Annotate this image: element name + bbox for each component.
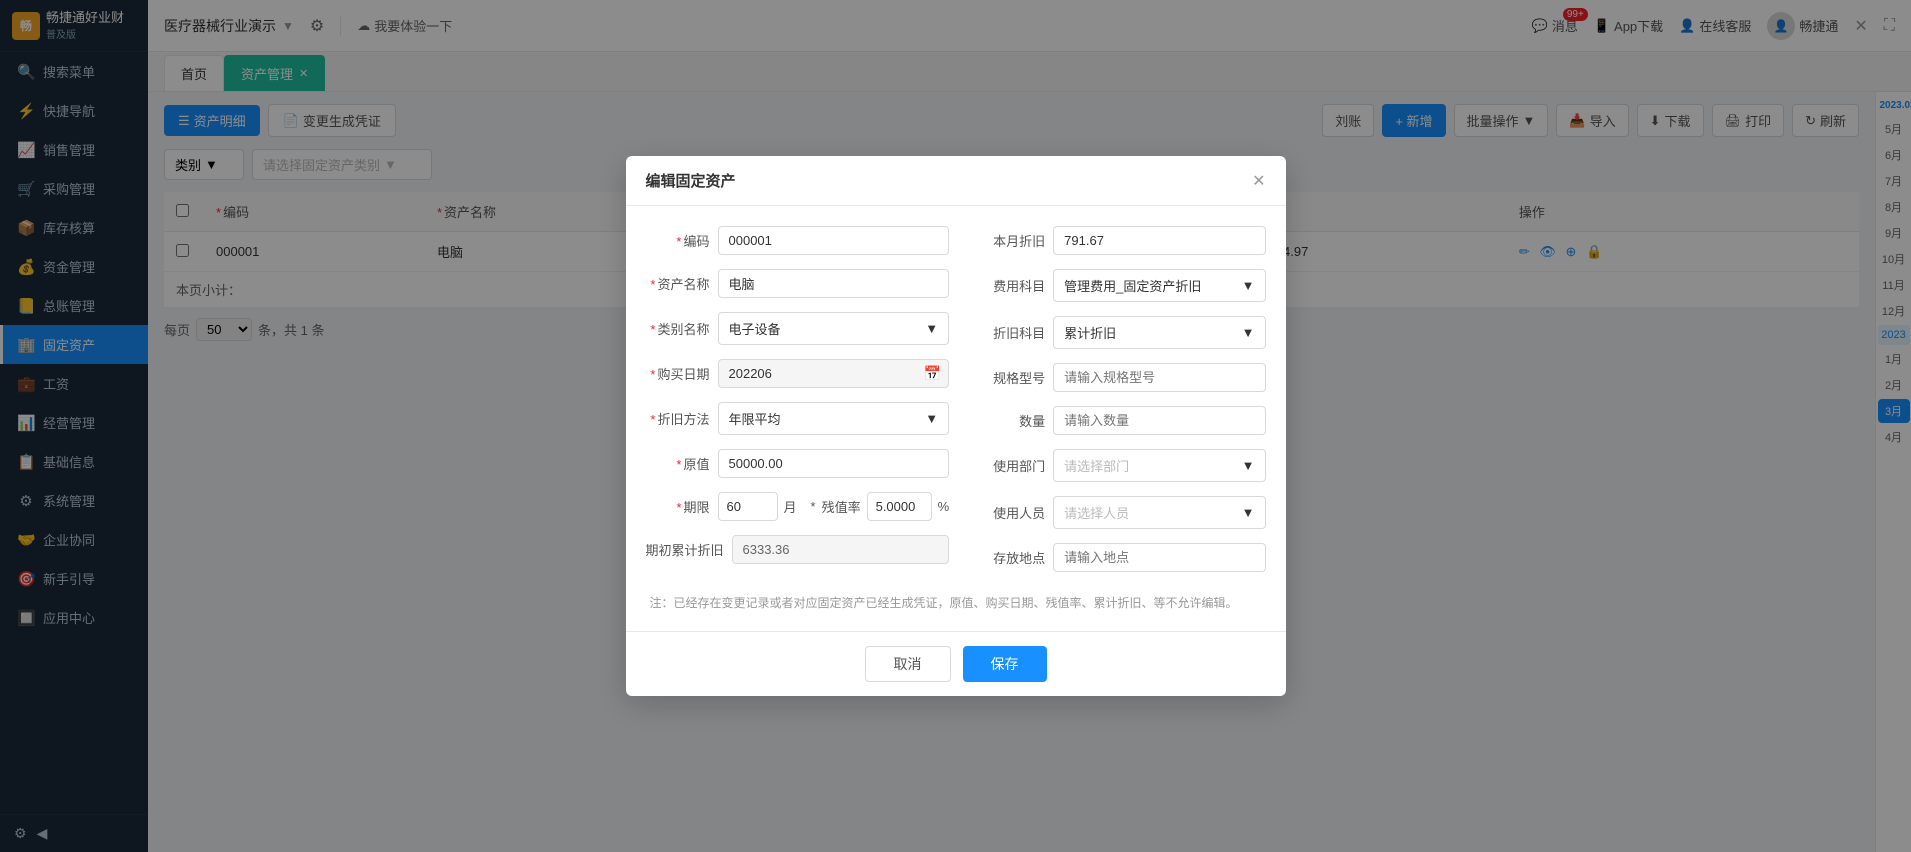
calendar-icon: 📅 xyxy=(924,365,941,382)
form-row-dep-account: 折旧科目 累计折旧 ▼ xyxy=(981,316,1265,349)
spec-label: 规格型号 xyxy=(981,368,1053,387)
dep-account-chevron: ▼ xyxy=(1242,325,1255,340)
form-row-code: *编码 xyxy=(646,226,950,255)
quantity-input[interactable] xyxy=(1053,406,1265,435)
residual-label: * xyxy=(811,499,816,514)
modal-body: *编码 *资产名称 *类别名称 xyxy=(626,206,1286,631)
residual-unit: % xyxy=(938,499,950,514)
spec-input[interactable] xyxy=(1053,363,1265,392)
save-button[interactable]: 保存 xyxy=(963,646,1047,682)
form-row-spec: 规格型号 xyxy=(981,363,1265,392)
modal-close-icon[interactable]: ✕ xyxy=(1252,171,1265,191)
department-select[interactable]: 请选择部门 ▼ xyxy=(1053,449,1265,482)
modal-grid: *编码 *资产名称 *类别名称 xyxy=(646,226,1266,586)
form-row-expense-account: 费用科目 管理费用_固定资产折旧 ▼ xyxy=(981,269,1265,302)
purchase-date-label: *购买日期 xyxy=(646,364,718,383)
modal-title: 编辑固定资产 xyxy=(646,170,736,191)
user-select[interactable]: 请选择人员 ▼ xyxy=(1053,496,1265,529)
name-input[interactable] xyxy=(718,269,950,298)
user-chevron: ▼ xyxy=(1242,505,1255,520)
form-row-name: *资产名称 xyxy=(646,269,950,298)
expense-account-label: 费用科目 xyxy=(981,276,1053,295)
dep-account-select[interactable]: 累计折旧 ▼ xyxy=(1053,316,1265,349)
location-label: 存放地点 xyxy=(981,548,1053,567)
form-row-monthly-dep: 本月折旧 xyxy=(981,226,1265,255)
initial-acc-dep-label: 期初累计折旧 xyxy=(646,540,732,559)
department-label: 使用部门 xyxy=(981,456,1053,475)
form-row-location: 存放地点 xyxy=(981,543,1265,572)
period-input[interactable] xyxy=(718,492,778,521)
monthly-dep-input[interactable] xyxy=(1053,226,1265,255)
category-select[interactable]: 电子设备 ▼ xyxy=(718,312,950,345)
modal-left-col: *编码 *资产名称 *类别名称 xyxy=(646,226,950,586)
period-container: 月 * 残值率 % xyxy=(718,492,950,521)
category-select-chevron: ▼ xyxy=(925,321,938,336)
category-select-value: 电子设备 xyxy=(729,319,781,338)
expense-account-select[interactable]: 管理费用_固定资产折旧 ▼ xyxy=(1053,269,1265,302)
modal-overlay: 编辑固定资产 ✕ *编码 *资产名称 xyxy=(0,0,1911,852)
form-row-period: *期限 月 * 残值率 % xyxy=(646,492,950,521)
modal-footer: 取消 保存 xyxy=(626,631,1286,696)
method-select-chevron: ▼ xyxy=(925,411,938,426)
form-row-purchase-date: *购买日期 📅 xyxy=(646,359,950,388)
expense-account-value: 管理费用_固定资产折旧 xyxy=(1064,276,1201,295)
residual-input[interactable] xyxy=(867,492,932,521)
original-value-label: *原值 xyxy=(646,454,718,473)
department-chevron: ▼ xyxy=(1242,458,1255,473)
initial-acc-dep-input[interactable] xyxy=(732,535,950,564)
code-label: *编码 xyxy=(646,231,718,250)
method-select-value: 年限平均 xyxy=(729,409,781,428)
form-row-category: *类别名称 电子设备 ▼ xyxy=(646,312,950,345)
form-row-quantity: 数量 xyxy=(981,406,1265,435)
expense-account-chevron: ▼ xyxy=(1242,278,1255,293)
quantity-label: 数量 xyxy=(981,411,1053,430)
user-placeholder: 请选择人员 xyxy=(1064,503,1129,522)
category-label: *类别名称 xyxy=(646,319,718,338)
form-row-department: 使用部门 请选择部门 ▼ xyxy=(981,449,1265,482)
form-row-original-value: *原值 xyxy=(646,449,950,478)
form-row-method: *折旧方法 年限平均 ▼ xyxy=(646,402,950,435)
form-row-initial-acc-dep: 期初累计折旧 xyxy=(646,535,950,564)
original-value-input[interactable] xyxy=(718,449,950,478)
form-row-user: 使用人员 请选择人员 ▼ xyxy=(981,496,1265,529)
name-label: *资产名称 xyxy=(646,274,718,293)
edit-asset-modal: 编辑固定资产 ✕ *编码 *资产名称 xyxy=(626,156,1286,696)
purchase-date-input[interactable] xyxy=(718,359,950,388)
method-select[interactable]: 年限平均 ▼ xyxy=(718,402,950,435)
modal-right-col: 本月折旧 费用科目 管理费用_固定资产折旧 ▼ 折旧科目 xyxy=(981,226,1265,586)
location-input[interactable] xyxy=(1053,543,1265,572)
period-unit: 月 xyxy=(784,497,797,516)
modal-header: 编辑固定资产 ✕ xyxy=(626,156,1286,206)
cancel-button[interactable]: 取消 xyxy=(865,646,951,682)
user-label: 使用人员 xyxy=(981,503,1053,522)
monthly-dep-label: 本月折旧 xyxy=(981,231,1053,250)
method-label: *折旧方法 xyxy=(646,409,718,428)
code-input[interactable] xyxy=(718,226,950,255)
modal-note: 注：已经存在变更记录或者对应固定资产已经生成凭证，原值、购买日期、残值率、累计折… xyxy=(646,594,1266,611)
dep-account-value: 累计折旧 xyxy=(1064,323,1116,342)
purchase-date-container: 📅 xyxy=(718,359,950,388)
period-label: *期限 xyxy=(646,497,718,516)
department-placeholder: 请选择部门 xyxy=(1064,456,1129,475)
dep-account-label: 折旧科目 xyxy=(981,323,1053,342)
residual-text: 残值率 xyxy=(822,497,861,516)
